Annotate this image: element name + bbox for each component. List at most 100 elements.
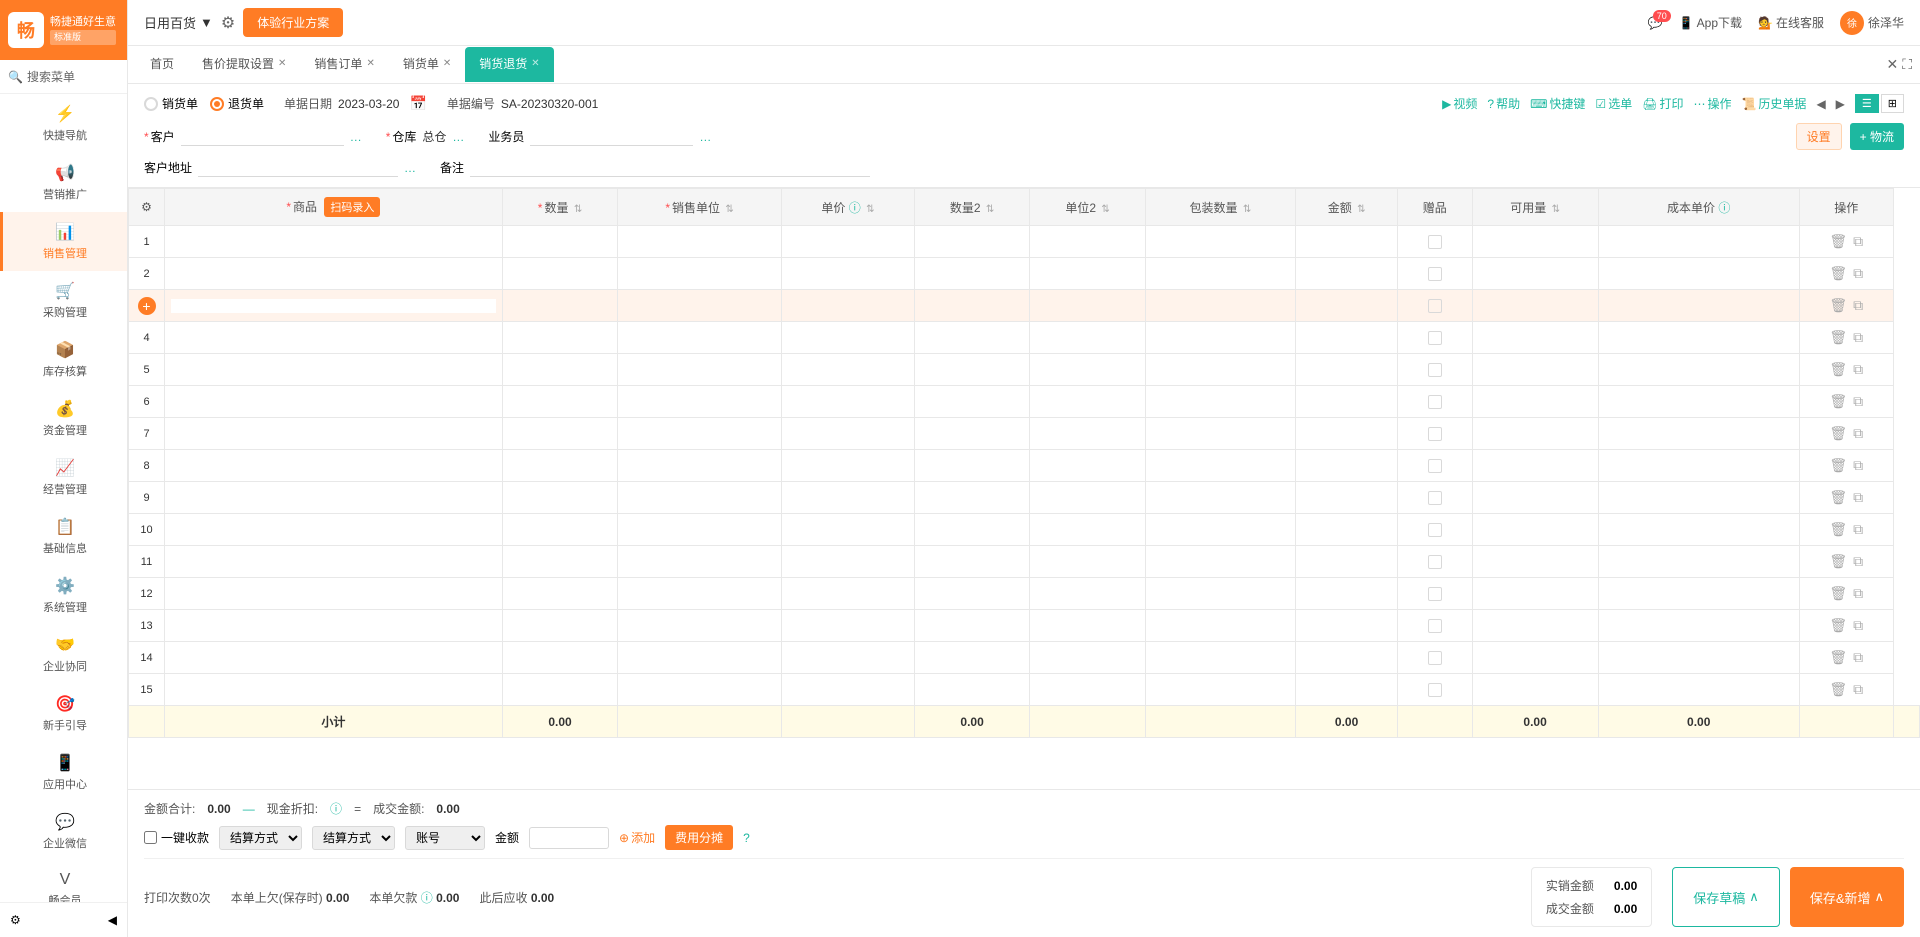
- gift-checkbox[interactable]: [1428, 363, 1442, 377]
- sale-unit-cell[interactable]: [618, 418, 782, 450]
- unit2-cell[interactable]: [1030, 354, 1145, 386]
- amount-input[interactable]: [529, 827, 609, 849]
- amount-cell[interactable]: [1296, 226, 1398, 258]
- video-link[interactable]: ▶ 视频: [1442, 95, 1477, 112]
- copy-row-icon[interactable]: ⧉: [1853, 521, 1863, 538]
- sidebar-item-app-center[interactable]: 📱 应用中心: [0, 743, 127, 802]
- sale-unit-cell[interactable]: [618, 226, 782, 258]
- pack-qty-cell[interactable]: [1145, 354, 1295, 386]
- product-cell[interactable]: [165, 450, 503, 482]
- qty2-cell[interactable]: [914, 482, 1029, 514]
- sidebar-item-basic[interactable]: 📋 基础信息: [0, 507, 127, 566]
- delete-row-icon[interactable]: 🗑: [1829, 233, 1847, 250]
- copy-row-icon[interactable]: ⧉: [1853, 329, 1863, 346]
- trial-btn[interactable]: 体验行业方案: [243, 8, 343, 37]
- qty2-cell[interactable]: [914, 226, 1029, 258]
- close-tab-btn[interactable]: ✕: [1886, 56, 1898, 73]
- gift-cell[interactable]: [1398, 450, 1472, 482]
- quantity-cell[interactable]: [502, 322, 617, 354]
- cost-price-cell[interactable]: [1598, 258, 1799, 290]
- fee-split-info-icon[interactable]: ?: [743, 831, 750, 845]
- quantity-cell[interactable]: [502, 578, 617, 610]
- unit2-cell[interactable]: [1030, 258, 1145, 290]
- table-row[interactable]: 4🗑⧉: [129, 322, 1920, 354]
- customer-input[interactable]: [181, 127, 344, 146]
- save-new-btn[interactable]: 保存&新增 ∧: [1790, 867, 1904, 927]
- unit2-cell[interactable]: [1030, 610, 1145, 642]
- pack-qty-cell[interactable]: [1145, 610, 1295, 642]
- sale-unit-cell[interactable]: [618, 482, 782, 514]
- tab-sales-return[interactable]: 销货退货 ✕: [465, 47, 553, 82]
- sale-unit-cell[interactable]: [618, 290, 782, 322]
- select-link[interactable]: ☑ 选单: [1595, 95, 1632, 112]
- sidebar-item-quick-nav[interactable]: ⚡ 快捷导航: [0, 94, 127, 153]
- th-gear[interactable]: ⚙: [129, 189, 165, 226]
- unit2-cell[interactable]: [1030, 578, 1145, 610]
- add-row-icon[interactable]: +: [138, 297, 156, 315]
- qty2-cell[interactable]: [914, 418, 1029, 450]
- cost-price-cell[interactable]: [1598, 546, 1799, 578]
- sidebar-item-sales[interactable]: 📊 销售管理: [0, 212, 127, 271]
- gift-checkbox[interactable]: [1428, 235, 1442, 249]
- next-record-btn[interactable]: ▶: [1836, 97, 1845, 111]
- sidebar-item-finance[interactable]: 💰 资金管理: [0, 389, 127, 448]
- delete-row-icon[interactable]: 🗑: [1829, 489, 1847, 506]
- grid-view-btn[interactable]: ⊞: [1881, 94, 1904, 113]
- product-cell[interactable]: [165, 290, 503, 322]
- gift-cell[interactable]: [1398, 226, 1472, 258]
- add-payment-btn[interactable]: ⊕ 添加: [619, 829, 655, 846]
- gift-checkbox[interactable]: [1428, 331, 1442, 345]
- unit2-cell[interactable]: [1030, 418, 1145, 450]
- cost-price-cell[interactable]: [1598, 610, 1799, 642]
- gift-cell[interactable]: [1398, 386, 1472, 418]
- settlement-select[interactable]: 结算方式: [219, 826, 302, 850]
- gift-checkbox[interactable]: [1428, 555, 1442, 569]
- cost-price-cell[interactable]: [1598, 482, 1799, 514]
- sidebar-item-marketing[interactable]: 📢 营销推广: [0, 153, 127, 212]
- delete-row-icon[interactable]: 🗑: [1829, 329, 1847, 346]
- tab-sales-order[interactable]: 销售订单 ✕: [300, 47, 388, 82]
- available-cell[interactable]: [1472, 418, 1598, 450]
- cost-price-cell[interactable]: [1598, 386, 1799, 418]
- product-cell[interactable]: [165, 642, 503, 674]
- product-cell[interactable]: [165, 610, 503, 642]
- table-row[interactable]: 7🗑⧉: [129, 418, 1920, 450]
- cost-price-cell[interactable]: [1598, 418, 1799, 450]
- pack-qty-cell[interactable]: [1145, 578, 1295, 610]
- pack-sort-icon[interactable]: ⇅: [1243, 204, 1251, 215]
- unit2-sort-icon[interactable]: ⇅: [1101, 204, 1109, 215]
- unit-price-cell[interactable]: [781, 322, 914, 354]
- delete-row-icon[interactable]: 🗑: [1829, 681, 1847, 698]
- amount-cell[interactable]: [1296, 290, 1398, 322]
- sidebar-item-enterprise-wechat[interactable]: 💬 企业微信: [0, 802, 127, 861]
- cost-price-cell[interactable]: [1598, 322, 1799, 354]
- sale-unit-sort-icon[interactable]: ⇅: [725, 204, 733, 215]
- qty2-cell[interactable]: [914, 546, 1029, 578]
- copy-row-icon[interactable]: ⧉: [1853, 681, 1863, 698]
- prev-record-btn[interactable]: ◀: [1816, 97, 1825, 111]
- unit-price-info-icon[interactable]: ⓘ: [849, 201, 861, 215]
- table-row[interactable]: 10🗑⧉: [129, 514, 1920, 546]
- unit2-cell[interactable]: [1030, 290, 1145, 322]
- available-cell[interactable]: [1472, 226, 1598, 258]
- pack-qty-cell[interactable]: [1145, 386, 1295, 418]
- delete-row-icon[interactable]: 🗑: [1829, 393, 1847, 410]
- tab-close-price-extract[interactable]: ✕: [278, 58, 286, 69]
- unit-price-cell[interactable]: [781, 386, 914, 418]
- available-cell[interactable]: [1472, 482, 1598, 514]
- tab-sales-bill[interactable]: 销货单 ✕: [389, 47, 465, 82]
- unit2-cell[interactable]: [1030, 642, 1145, 674]
- gift-checkbox[interactable]: [1428, 491, 1442, 505]
- topbar-gear-icon[interactable]: ⚙: [221, 13, 235, 33]
- pack-qty-cell[interactable]: [1145, 482, 1295, 514]
- amount-cell[interactable]: [1296, 258, 1398, 290]
- product-cell[interactable]: [165, 258, 503, 290]
- qty2-cell[interactable]: [914, 354, 1029, 386]
- print-link[interactable]: 🖨 打印: [1642, 95, 1683, 112]
- table-row[interactable]: 15🗑⧉: [129, 674, 1920, 706]
- quantity-cell[interactable]: [502, 642, 617, 674]
- delete-row-icon[interactable]: 🗑: [1829, 521, 1847, 538]
- cost-price-cell[interactable]: [1598, 290, 1799, 322]
- gift-cell[interactable]: [1398, 354, 1472, 386]
- cost-price-cell[interactable]: [1598, 674, 1799, 706]
